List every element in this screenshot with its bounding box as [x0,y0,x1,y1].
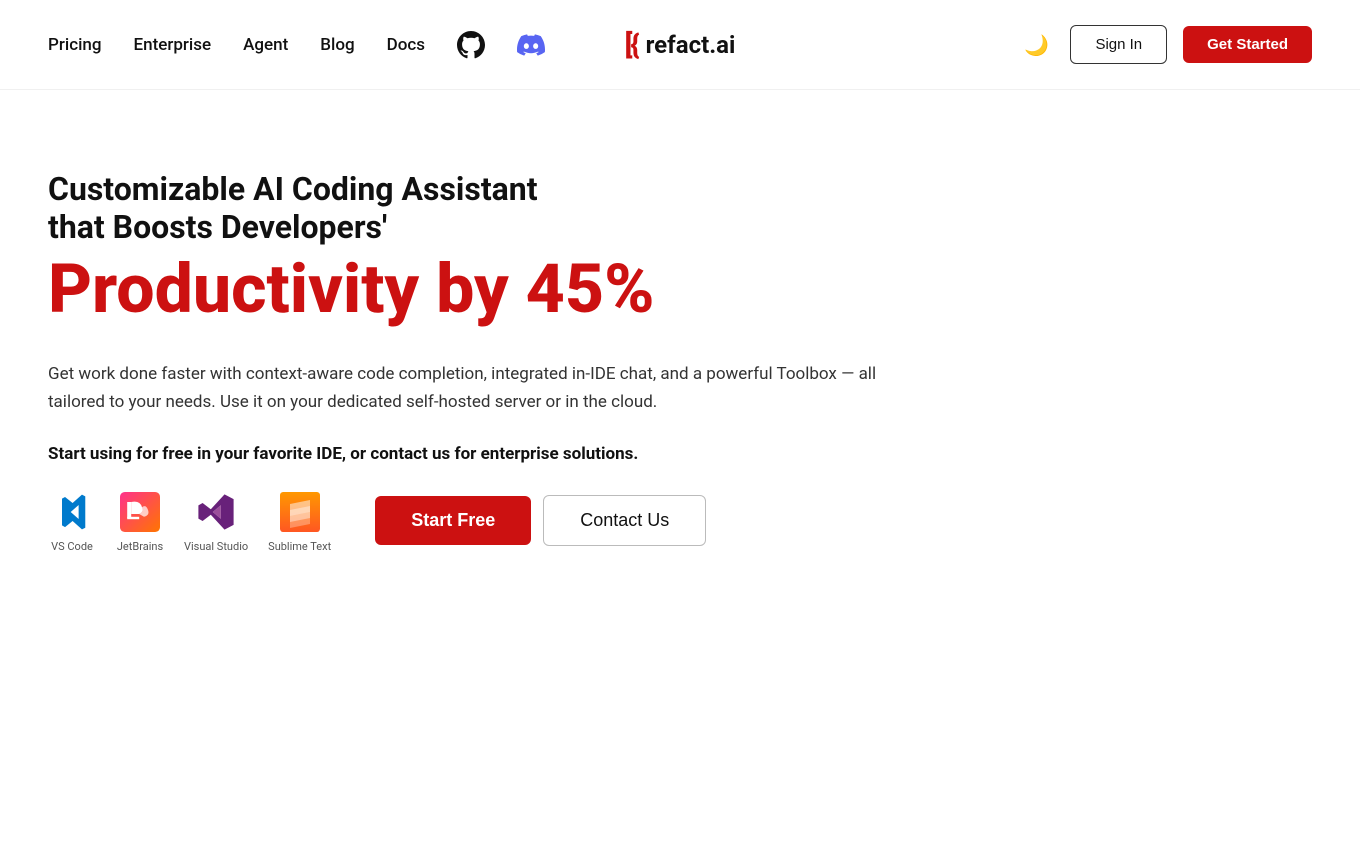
getstarted-button[interactable]: Get Started [1183,26,1312,63]
hero-title-red: Productivity by 45% [48,250,1052,328]
navbar: Pricing Enterprise Agent Blog Docs [{ re… [0,0,1360,90]
nav-right: 🌙 Sign In Get Started [1018,25,1312,64]
vscode-label: VS Code [51,540,93,553]
hero-description: Get work done faster with context-aware … [48,360,888,416]
nav-enterprise[interactable]: Enterprise [134,35,212,55]
ide-visualstudio[interactable]: Visual Studio [184,488,248,553]
vscode-icon [48,488,96,536]
hero-section: Customizable AI Coding Assistant that Bo… [0,90,1100,645]
github-icon[interactable] [457,31,485,59]
hero-title-line2: that Boosts Developers' [48,208,387,246]
sublimetext-label: Sublime Text [268,540,331,553]
hero-title-line1: Customizable AI Coding Assistant [48,170,538,208]
site-logo[interactable]: [{ refact.ai [625,28,736,61]
nav-links: Pricing Enterprise Agent Blog Docs [48,31,1018,59]
nav-agent[interactable]: Agent [243,35,288,55]
hero-cta-text: Start using for free in your favorite ID… [48,444,1052,464]
contact-us-button[interactable]: Contact Us [543,495,706,546]
visualstudio-label: Visual Studio [184,540,248,553]
visualstudio-icon [192,488,240,536]
nav-blog[interactable]: Blog [320,35,354,55]
ide-sublimetext[interactable]: Sublime Text [268,488,331,553]
start-free-button[interactable]: Start Free [375,496,531,545]
discord-icon[interactable] [517,31,545,59]
jetbrains-icon [116,488,164,536]
signin-button[interactable]: Sign In [1070,25,1167,64]
hero-title: Customizable AI Coding Assistant that Bo… [48,170,1052,328]
ide-jetbrains[interactable]: JetBrains [116,488,164,553]
ide-icons: VS Code [48,488,351,553]
ide-vscode[interactable]: VS Code [48,488,96,553]
logo-text: refact.ai [646,31,736,59]
logo-bracket-left: [{ [625,28,638,61]
ide-row: VS Code [48,488,1052,553]
jetbrains-label: JetBrains [117,540,163,553]
sublimetext-icon [276,488,324,536]
nav-docs[interactable]: Docs [387,35,425,55]
dark-mode-toggle[interactable]: 🌙 [1018,27,1054,63]
nav-pricing[interactable]: Pricing [48,35,102,55]
